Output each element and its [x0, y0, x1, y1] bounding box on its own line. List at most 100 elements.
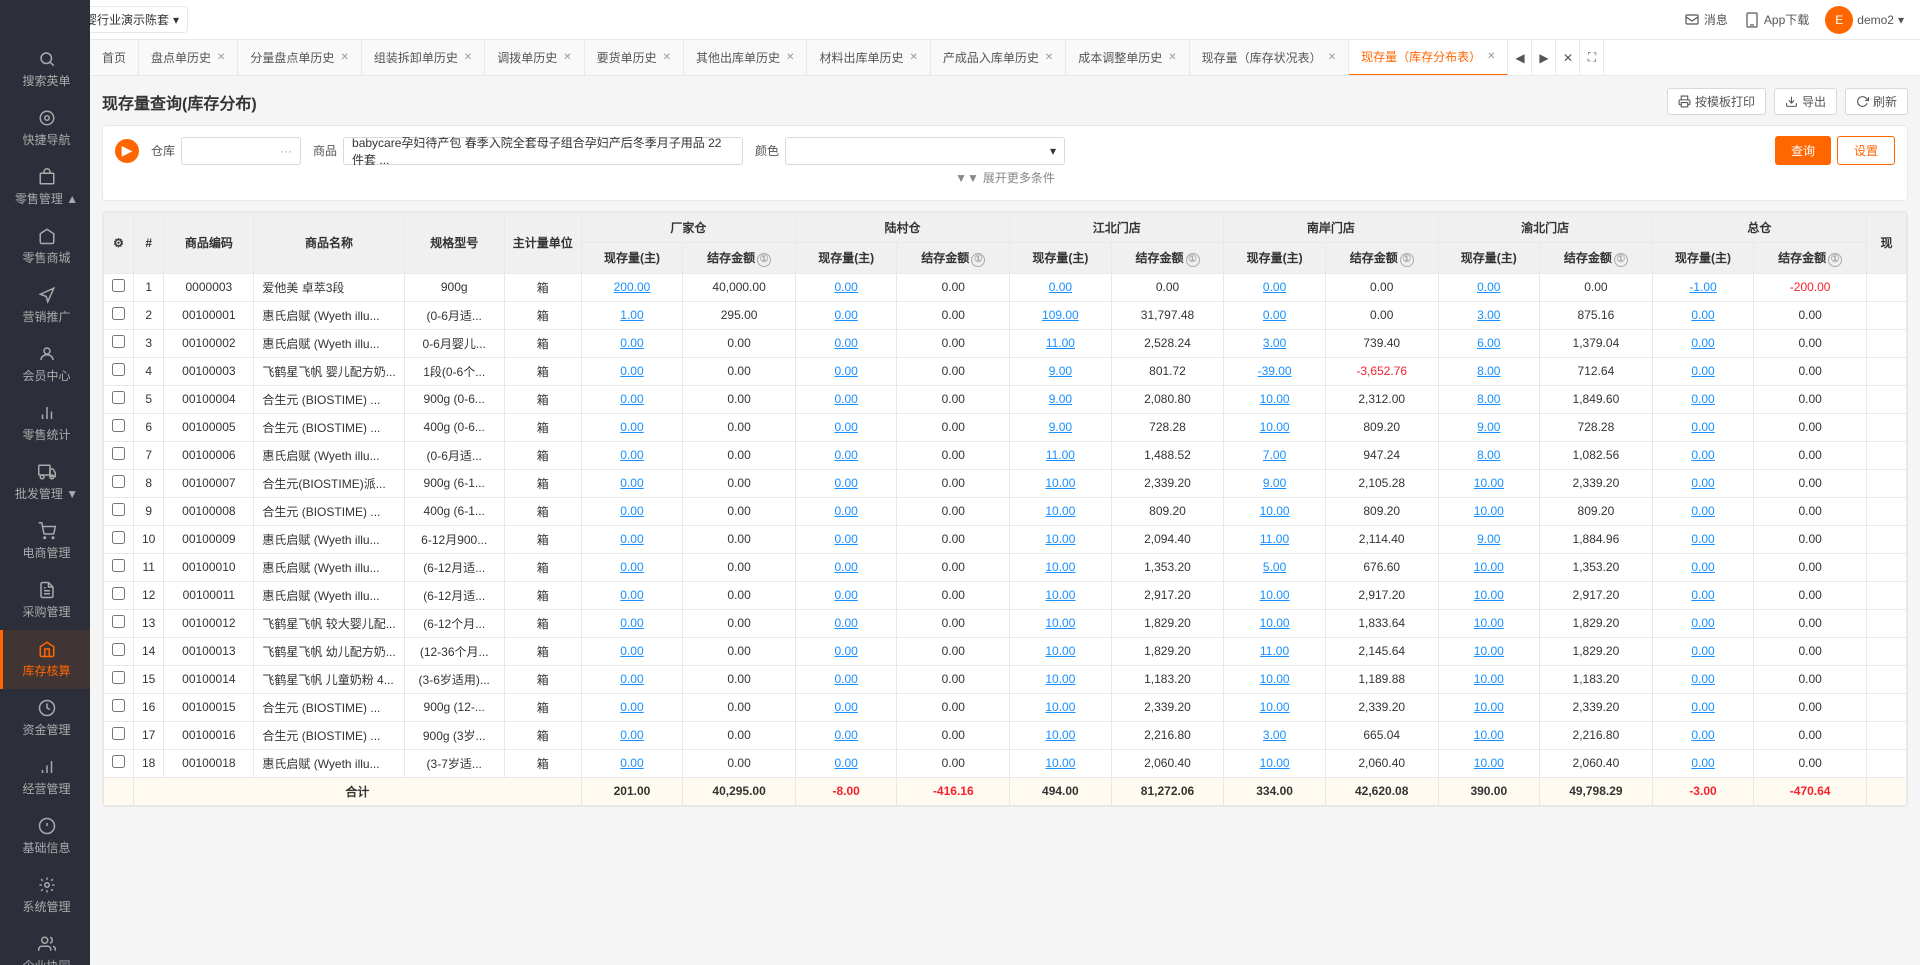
- cell-link[interactable]: 0.00: [620, 392, 643, 406]
- tab-product-in[interactable]: 产成品入库单历史 ✕: [931, 40, 1066, 76]
- cell-link[interactable]: 0.00: [1691, 728, 1714, 742]
- sidebar-item-finance[interactable]: 资金管理: [0, 689, 90, 748]
- cell-link[interactable]: 0.00: [620, 560, 643, 574]
- row-checkbox-input[interactable]: [112, 559, 125, 572]
- cell-link[interactable]: 10.00: [1045, 532, 1075, 546]
- cell-link[interactable]: 10.00: [1474, 644, 1504, 658]
- cell-link[interactable]: 10.00: [1474, 672, 1504, 686]
- cell-link[interactable]: 0.00: [835, 476, 858, 490]
- cell-link[interactable]: 0.00: [835, 504, 858, 518]
- row-checkbox[interactable]: [104, 665, 134, 693]
- cell-link[interactable]: 0.00: [835, 448, 858, 462]
- tab-next-btn[interactable]: ▶: [1532, 40, 1556, 76]
- cell-link[interactable]: 0.00: [620, 644, 643, 658]
- cell-link[interactable]: 10.00: [1045, 588, 1075, 602]
- row-checkbox-input[interactable]: [112, 727, 125, 740]
- cell-link[interactable]: 0.00: [620, 728, 643, 742]
- app-download-btn[interactable]: App下载: [1744, 11, 1809, 28]
- cell-link[interactable]: 10.00: [1474, 588, 1504, 602]
- col-gear[interactable]: ⚙: [104, 213, 134, 274]
- cell-link[interactable]: 10.00: [1045, 644, 1075, 658]
- row-checkbox-input[interactable]: [112, 475, 125, 488]
- row-checkbox[interactable]: [104, 693, 134, 721]
- row-checkbox[interactable]: [104, 609, 134, 637]
- row-checkbox[interactable]: [104, 357, 134, 385]
- cell-link[interactable]: 11.00: [1046, 336, 1075, 350]
- cell-link[interactable]: 0.00: [1691, 476, 1714, 490]
- sidebar-item-retail-shop[interactable]: 零售商城: [0, 217, 90, 276]
- cell-link[interactable]: 0.00: [620, 476, 643, 490]
- cell-link[interactable]: 0.00: [1691, 756, 1714, 770]
- cell-link[interactable]: 0.00: [1263, 280, 1286, 294]
- cell-link[interactable]: 0.00: [835, 560, 858, 574]
- cell-link[interactable]: 10.00: [1045, 728, 1075, 742]
- cell-link[interactable]: 0.00: [835, 700, 858, 714]
- sidebar-item-retail-stats[interactable]: 零售统计: [0, 394, 90, 453]
- cell-link[interactable]: 0.00: [1477, 280, 1500, 294]
- close-icon[interactable]: ✕: [1328, 52, 1336, 63]
- cell-link[interactable]: 0.00: [620, 504, 643, 518]
- expand-btn[interactable]: ▶: [115, 139, 139, 163]
- cell-link[interactable]: 8.00: [1477, 364, 1500, 378]
- tab-stock-dist[interactable]: 现存量（库存分布表） ✕: [1349, 40, 1508, 76]
- row-checkbox[interactable]: [104, 385, 134, 413]
- cell-link[interactable]: 10.00: [1474, 616, 1504, 630]
- row-checkbox[interactable]: [104, 469, 134, 497]
- close-icon[interactable]: ✕: [786, 52, 794, 63]
- cell-link[interactable]: 0.00: [1691, 392, 1714, 406]
- cell-link[interactable]: 10.00: [1474, 560, 1504, 574]
- tab-cost-adjust[interactable]: 成本调整单历史 ✕: [1066, 40, 1189, 76]
- close-icon[interactable]: ✕: [909, 52, 917, 63]
- close-icon[interactable]: ✕: [563, 52, 571, 63]
- row-checkbox-input[interactable]: [112, 503, 125, 516]
- cell-link[interactable]: 0.00: [620, 336, 643, 350]
- row-checkbox-input[interactable]: [112, 671, 125, 684]
- cell-link[interactable]: 11.00: [1046, 448, 1075, 462]
- cell-link[interactable]: 0.00: [835, 588, 858, 602]
- cell-link[interactable]: 0.00: [1263, 308, 1286, 322]
- cell-link[interactable]: 10.00: [1260, 504, 1290, 518]
- sidebar-item-member[interactable]: 会员中心: [0, 335, 90, 394]
- cell-link[interactable]: 10.00: [1260, 700, 1290, 714]
- row-checkbox-input[interactable]: [112, 419, 125, 432]
- close-icon[interactable]: ✕: [1487, 51, 1495, 62]
- cell-link[interactable]: 5.00: [1263, 560, 1286, 574]
- row-checkbox-input[interactable]: [112, 587, 125, 600]
- row-checkbox[interactable]: [104, 497, 134, 525]
- tab-transfer[interactable]: 调拨单历史 ✕: [485, 40, 584, 76]
- cell-link[interactable]: 0.00: [1691, 672, 1714, 686]
- row-checkbox-input[interactable]: [112, 335, 125, 348]
- cell-link[interactable]: 0.00: [1049, 280, 1072, 294]
- row-checkbox[interactable]: [104, 581, 134, 609]
- cell-link[interactable]: 0.00: [1691, 588, 1714, 602]
- cell-link[interactable]: 10.00: [1045, 700, 1075, 714]
- cell-link[interactable]: 10.00: [1474, 504, 1504, 518]
- cell-link[interactable]: 0.00: [835, 308, 858, 322]
- cell-link[interactable]: 0.00: [620, 448, 643, 462]
- sidebar-item-retail-mgmt[interactable]: 零售管理 ▲: [0, 158, 90, 217]
- row-checkbox[interactable]: [104, 749, 134, 777]
- cell-link[interactable]: 0.00: [1691, 308, 1714, 322]
- row-checkbox-input[interactable]: [112, 615, 125, 628]
- cell-link[interactable]: 0.00: [1691, 532, 1714, 546]
- sidebar-item-basic[interactable]: 基础信息: [0, 807, 90, 866]
- gear-icon[interactable]: ⚙: [113, 236, 124, 250]
- row-checkbox[interactable]: [104, 413, 134, 441]
- row-checkbox-input[interactable]: [112, 531, 125, 544]
- cell-link[interactable]: 10.00: [1260, 392, 1290, 406]
- cell-link[interactable]: 9.00: [1049, 420, 1072, 434]
- cell-link[interactable]: 10.00: [1474, 756, 1504, 770]
- warehouse-input[interactable]: ···: [181, 137, 301, 165]
- cell-link[interactable]: 0.00: [835, 728, 858, 742]
- message-btn[interactable]: 消息: [1684, 11, 1728, 28]
- close-icon[interactable]: ✕: [1045, 52, 1053, 63]
- print-btn[interactable]: 按模板打印: [1667, 88, 1766, 115]
- cell-link[interactable]: 0.00: [620, 588, 643, 602]
- close-icon[interactable]: ✕: [340, 52, 348, 63]
- row-checkbox[interactable]: [104, 329, 134, 357]
- cell-link[interactable]: 0.00: [835, 420, 858, 434]
- cell-link[interactable]: 8.00: [1477, 448, 1500, 462]
- cell-link[interactable]: 3.00: [1263, 728, 1286, 742]
- row-checkbox-input[interactable]: [112, 391, 125, 404]
- cell-link[interactable]: -1.00: [1689, 280, 1716, 294]
